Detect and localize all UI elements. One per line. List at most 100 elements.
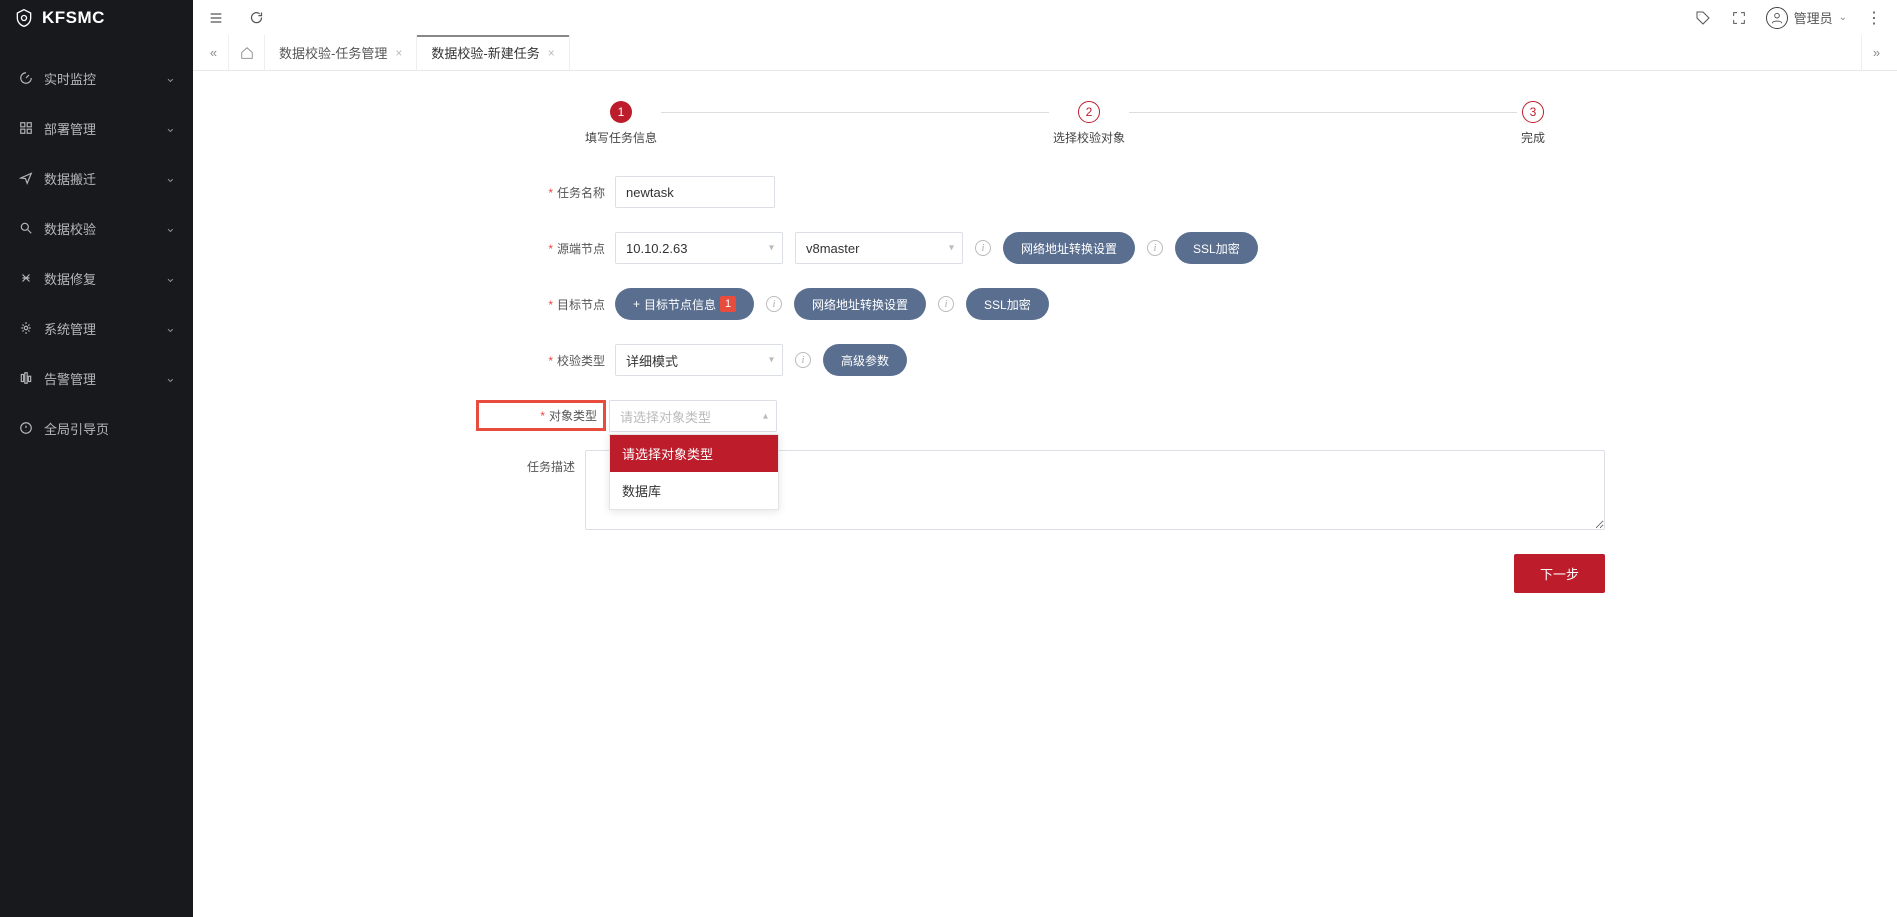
- info-icon[interactable]: i: [766, 296, 782, 312]
- sidebar-menu: 实时监控 ⌄ 部署管理 ⌄ 数据搬迁 ⌄ 数据校验 ⌄ 数据修复 ⌄: [0, 35, 193, 453]
- label-object-type: *对象类型: [476, 400, 606, 431]
- avatar-icon: [1766, 7, 1788, 29]
- topbar: 管理员 ⌄ ⋮: [193, 0, 1897, 35]
- sidebar-item-label: 数据校验: [44, 219, 165, 238]
- plus-icon: +: [633, 297, 640, 311]
- tabbar: « 数据校验-任务管理 × 数据校验-新建任务 × »: [193, 35, 1897, 71]
- step-connector: [1129, 112, 1517, 113]
- step-indicator: 1 填写任务信息 2 选择校验对象 3 完成: [485, 101, 1605, 146]
- source-ip-select[interactable]: 10.10.2.63 ▾: [615, 232, 783, 264]
- alert-icon: [18, 370, 34, 386]
- verify-type-select[interactable]: 详细模式 ▾: [615, 344, 783, 376]
- tag-icon[interactable]: [1694, 9, 1712, 27]
- row-source-node: *源端节点 10.10.2.63 ▾ v8master ▾ i 网络地址转换设置…: [485, 232, 1605, 264]
- refresh-icon[interactable]: [247, 9, 265, 27]
- info-icon[interactable]: i: [795, 352, 811, 368]
- next-step-button[interactable]: 下一步: [1514, 554, 1605, 593]
- sidebar-item-alert[interactable]: 告警管理 ⌄: [0, 353, 193, 403]
- sidebar-item-migrate[interactable]: 数据搬迁 ⌄: [0, 153, 193, 203]
- gear-icon: [18, 320, 34, 336]
- chevron-down-icon: ⌄: [165, 320, 175, 336]
- chevron-down-icon: ⌄: [165, 370, 175, 386]
- tabs-prev-button[interactable]: «: [199, 35, 229, 70]
- label-task-name: *任务名称: [485, 176, 615, 201]
- migrate-icon: [18, 170, 34, 186]
- sidebar-item-label: 部署管理: [44, 119, 165, 138]
- main: 管理员 ⌄ ⋮ « 数据校验-任务管理 × 数据校验-新建任务 × »: [193, 0, 1897, 917]
- close-icon[interactable]: ×: [548, 46, 555, 60]
- step-3: 3 完成: [1521, 101, 1545, 146]
- chevron-down-icon: ▾: [769, 355, 774, 366]
- chevron-down-icon: ▾: [769, 243, 774, 254]
- sidebar: KFSMC 实时监控 ⌄ 部署管理 ⌄ 数据搬迁 ⌄ 数据校验 ⌄: [0, 0, 193, 917]
- sidebar-item-guide[interactable]: 全局引导页: [0, 403, 193, 453]
- add-target-button[interactable]: + 目标节点信息 1: [615, 288, 754, 320]
- chevron-down-icon: ⌄: [165, 70, 175, 86]
- dropdown-option-placeholder[interactable]: 请选择对象类型: [610, 435, 778, 472]
- tab-label: 数据校验-任务管理: [279, 43, 387, 62]
- object-type-select[interactable]: 请选择对象类型 ▾ 请选择对象类型 数据库: [609, 400, 777, 432]
- source-ssl-button[interactable]: SSL加密: [1175, 232, 1258, 264]
- shield-icon: [14, 8, 34, 28]
- tab-label: 数据校验-新建任务: [431, 43, 539, 62]
- chevron-down-icon: ⌄: [165, 170, 175, 186]
- sidebar-item-verify[interactable]: 数据校验 ⌄: [0, 203, 193, 253]
- label-verify-type: *校验类型: [485, 344, 615, 369]
- user-label: 管理员: [1794, 8, 1833, 27]
- content: 1 填写任务信息 2 选择校验对象 3 完成 *任务名称: [193, 71, 1897, 917]
- sidebar-item-label: 系统管理: [44, 319, 165, 338]
- chevron-down-icon: ⌄: [165, 120, 175, 136]
- info-icon[interactable]: i: [975, 240, 991, 256]
- brand-text: KFSMC: [42, 8, 105, 28]
- dropdown-option-database[interactable]: 数据库: [610, 472, 778, 509]
- task-name-input[interactable]: [615, 176, 775, 208]
- info-icon[interactable]: i: [1147, 240, 1163, 256]
- task-form: *任务名称 *源端节点 10.10.2.63 ▾ v8master: [485, 176, 1605, 593]
- target-nat-button[interactable]: 网络地址转换设置: [794, 288, 926, 320]
- chevron-down-icon: ▾: [949, 243, 954, 254]
- tabs-next-button[interactable]: »: [1861, 35, 1891, 70]
- step-number: 2: [1078, 101, 1100, 123]
- repair-icon: [18, 270, 34, 286]
- fullscreen-icon[interactable]: [1730, 9, 1748, 27]
- brand-logo: KFSMC: [0, 0, 193, 35]
- sidebar-item-label: 数据搬迁: [44, 169, 165, 188]
- sidebar-item-monitor[interactable]: 实时监控 ⌄: [0, 53, 193, 103]
- label-task-desc: 任务描述: [485, 450, 585, 475]
- form-footer: 下一步: [485, 554, 1605, 593]
- step-connector: [661, 112, 1049, 113]
- info-icon[interactable]: i: [938, 296, 954, 312]
- label-source-node: *源端节点: [485, 232, 615, 257]
- source-name-select[interactable]: v8master ▾: [795, 232, 963, 264]
- chevron-down-icon: ⌄: [1839, 12, 1847, 23]
- menu-toggle-icon[interactable]: [207, 9, 225, 27]
- step-number: 3: [1522, 101, 1544, 123]
- user-menu[interactable]: 管理员 ⌄: [1766, 7, 1847, 29]
- step-1: 1 填写任务信息: [585, 101, 657, 146]
- more-icon[interactable]: ⋮: [1865, 9, 1883, 27]
- label-target-node: *目标节点: [485, 288, 615, 313]
- guide-icon: [18, 420, 34, 436]
- step-label: 完成: [1521, 129, 1545, 146]
- step-label: 选择校验对象: [1053, 129, 1125, 146]
- step-2: 2 选择校验对象: [1053, 101, 1125, 146]
- advanced-params-button[interactable]: 高级参数: [823, 344, 907, 376]
- sidebar-item-label: 全局引导页: [44, 419, 175, 438]
- tab-task-manage[interactable]: 数据校验-任务管理 ×: [265, 35, 417, 70]
- target-ssl-button[interactable]: SSL加密: [966, 288, 1049, 320]
- row-object-type: *对象类型 请选择对象类型 ▾ 请选择对象类型 数据库: [485, 400, 1605, 432]
- sidebar-item-repair[interactable]: 数据修复 ⌄: [0, 253, 193, 303]
- sidebar-item-system[interactable]: 系统管理 ⌄: [0, 303, 193, 353]
- dashboard-icon: [18, 70, 34, 86]
- object-type-dropdown: 请选择对象类型 数据库: [609, 434, 779, 510]
- close-icon[interactable]: ×: [395, 46, 402, 60]
- chevron-down-icon: ⌄: [165, 270, 175, 286]
- row-target-node: *目标节点 + 目标节点信息 1 i 网络地址转换设置 i SSL加密: [485, 288, 1605, 320]
- sidebar-item-deploy[interactable]: 部署管理 ⌄: [0, 103, 193, 153]
- tab-new-task[interactable]: 数据校验-新建任务 ×: [417, 35, 569, 70]
- step-label: 填写任务信息: [585, 129, 657, 146]
- tab-home[interactable]: [229, 35, 265, 70]
- source-nat-button[interactable]: 网络地址转换设置: [1003, 232, 1135, 264]
- verify-icon: [18, 220, 34, 236]
- home-icon: [240, 46, 254, 60]
